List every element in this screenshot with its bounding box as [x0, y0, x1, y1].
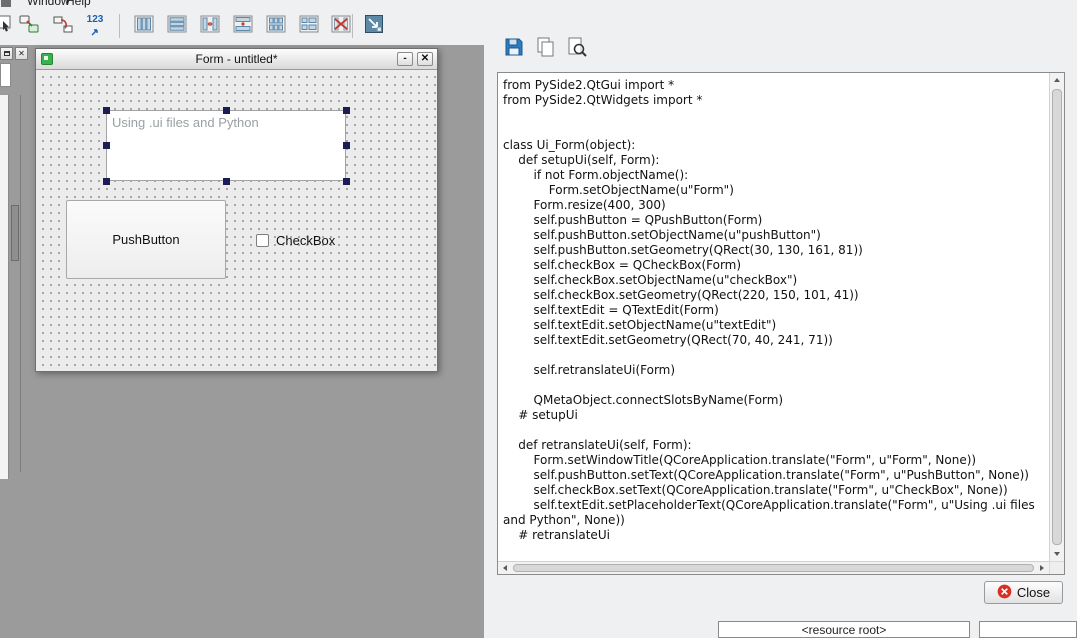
- save-icon: [503, 36, 525, 61]
- scroll-up-icon[interactable]: [1050, 73, 1064, 87]
- vertical-scrollbar[interactable]: [1049, 73, 1064, 561]
- resource-panel-fragment: [979, 621, 1077, 638]
- scrollbar-corner: [1049, 561, 1064, 574]
- adjust-size-button[interactable]: [361, 12, 387, 38]
- layout-grid-icon: [265, 13, 287, 38]
- selection-handle[interactable]: [223, 178, 230, 185]
- dock-float-icon: [4, 51, 10, 56]
- checkbox-widget[interactable]: CheckBox: [256, 220, 357, 261]
- dock-panel-fragment: [0, 95, 9, 479]
- form-canvas[interactable]: Using .ui files and Python PushButton Ch…: [36, 70, 436, 371]
- splitter-horizontal-button[interactable]: [197, 12, 223, 38]
- menu-window[interactable]: Window: [27, 0, 70, 8]
- toolbar-separator: [352, 14, 353, 38]
- splitter-vertical-button[interactable]: [230, 12, 256, 38]
- splitter-horizontal-icon: [199, 13, 221, 38]
- selection-handle[interactable]: [223, 107, 230, 114]
- menubar: Window Help: [0, 0, 1077, 9]
- copy-icon: [534, 36, 556, 61]
- selection-handle[interactable]: [103, 142, 110, 149]
- menu-help[interactable]: Help: [66, 0, 91, 8]
- form-close-button[interactable]: ✕: [417, 52, 433, 66]
- designer-form-window: Form - untitled* - ✕ Using .ui files and…: [35, 48, 438, 372]
- close-button[interactable]: Close: [984, 581, 1063, 604]
- close-button-label: Close: [1017, 585, 1050, 600]
- find-icon: [566, 36, 588, 61]
- code-preview-dialog: from PySide2.QtGui import * from PySide2…: [484, 14, 1077, 616]
- edit-tab-order-button[interactable]: 123: [82, 12, 108, 38]
- selection-handle[interactable]: [343, 142, 350, 149]
- close-icon: [997, 584, 1012, 602]
- code-text: from PySide2.QtGui import * from PySide2…: [503, 78, 1049, 558]
- edit-signals-slots-icon: [18, 13, 40, 38]
- qt-designer-screen: Window Help 123: [0, 0, 1077, 638]
- horizontal-scrollbar-thumb[interactable]: [513, 564, 1034, 572]
- save-button[interactable]: [501, 35, 527, 61]
- toolbar-separator: [119, 14, 120, 38]
- dock-filter-field-fragment[interactable]: [0, 63, 11, 87]
- layout-vertical-icon: [166, 13, 188, 38]
- dock-scrollbar-thumb[interactable]: [11, 205, 19, 261]
- adjust-size-icon: [363, 13, 385, 38]
- layout-horizontal-button[interactable]: [131, 12, 157, 38]
- pushbutton-widget[interactable]: PushButton: [66, 200, 226, 279]
- form-window-icon: [41, 53, 53, 65]
- selection-handle[interactable]: [343, 107, 350, 114]
- splitter-vertical-icon: [232, 13, 254, 38]
- scroll-left-icon[interactable]: [498, 562, 512, 574]
- layout-form-icon: [298, 13, 320, 38]
- resource-root-row[interactable]: <resource root>: [718, 621, 970, 638]
- textedit-placeholder: Using .ui files and Python: [112, 115, 259, 130]
- form-window-titlebar[interactable]: Form - untitled* - ✕: [36, 49, 437, 70]
- break-layout-icon: [330, 13, 352, 38]
- copy-button[interactable]: [532, 35, 558, 61]
- scroll-down-icon[interactable]: [1050, 547, 1064, 561]
- layout-horizontal-icon: [133, 13, 155, 38]
- scroll-right-icon[interactable]: [1035, 562, 1049, 574]
- form-minimize-button[interactable]: -: [397, 52, 413, 66]
- edit-signals-slots-button[interactable]: [16, 12, 42, 38]
- edit-buddies-icon: [52, 13, 74, 38]
- main-toolbar: 123: [0, 10, 484, 44]
- checkbox-label: CheckBox: [276, 233, 335, 248]
- vertical-scrollbar-thumb[interactable]: [1052, 89, 1062, 545]
- selection-handle[interactable]: [103, 178, 110, 185]
- edit-widgets-button[interactable]: [0, 12, 16, 38]
- find-button[interactable]: [564, 35, 590, 61]
- edit-buddies-button[interactable]: [50, 12, 76, 38]
- code-area[interactable]: from PySide2.QtGui import * from PySide2…: [497, 72, 1065, 575]
- break-layout-button[interactable]: [328, 12, 354, 38]
- textedit-widget[interactable]: Using .ui files and Python: [106, 110, 346, 181]
- layout-form-button[interactable]: [296, 12, 322, 38]
- dock-titlebar-buttons: ✕: [0, 47, 28, 60]
- layout-grid-button[interactable]: [263, 12, 289, 38]
- horizontal-scrollbar[interactable]: [498, 561, 1049, 574]
- edit-tab-order-icon: 123: [82, 10, 108, 40]
- dock-close-button[interactable]: ✕: [15, 47, 28, 60]
- dock-panel-border: [20, 95, 21, 472]
- edit-widgets-icon: [0, 13, 14, 38]
- selection-handle[interactable]: [103, 107, 110, 114]
- resource-root-label: <resource root>: [802, 623, 887, 637]
- checkbox-indicator[interactable]: [256, 234, 269, 247]
- menu-fragment-icon: [1, 0, 11, 7]
- layout-vertical-button[interactable]: [164, 12, 190, 38]
- dock-float-button[interactable]: [0, 47, 13, 60]
- selection-handle[interactable]: [343, 178, 350, 185]
- form-window-title: Form - untitled*: [36, 52, 437, 66]
